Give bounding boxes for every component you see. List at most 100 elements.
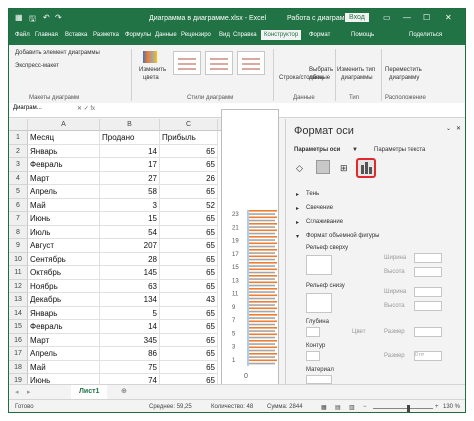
change-type-label-1[interactable]: Изменить тип bbox=[337, 67, 375, 73]
cell-profit[interactable]: 65 bbox=[160, 266, 218, 280]
row-header[interactable]: 10 bbox=[9, 252, 28, 266]
cell-profit[interactable]: 65 bbox=[160, 212, 218, 226]
cell-profit[interactable]: 65 bbox=[160, 158, 218, 172]
tab-formulas[interactable]: Формулы bbox=[125, 32, 151, 38]
chart-bar-grey[interactable] bbox=[249, 323, 275, 326]
cell-month[interactable]: Январь bbox=[28, 144, 100, 158]
chart-bar-grey[interactable] bbox=[249, 271, 275, 274]
chart-bar-grey[interactable] bbox=[249, 304, 275, 306]
row-header[interactable]: 5 bbox=[9, 185, 28, 199]
contour-color-picker[interactable] bbox=[306, 351, 320, 361]
cell-sold[interactable]: 345 bbox=[100, 333, 160, 347]
column-header-c[interactable]: C bbox=[160, 119, 218, 131]
view-page-break-icon[interactable]: ▥ bbox=[349, 404, 355, 411]
chart-bar-orange[interactable] bbox=[249, 236, 277, 238]
chart-bar-grey[interactable] bbox=[249, 252, 275, 254]
bevel-top-height-input[interactable] bbox=[414, 267, 442, 277]
row-header[interactable]: 14 bbox=[9, 306, 28, 320]
chart-bar-orange[interactable] bbox=[249, 281, 277, 284]
tab-help[interactable]: Справка bbox=[233, 32, 257, 38]
cell-profit[interactable]: 43 bbox=[160, 293, 218, 307]
chart-bar-grey[interactable] bbox=[249, 297, 275, 300]
material-picker[interactable] bbox=[306, 375, 332, 384]
cell-profit[interactable]: 26 bbox=[160, 171, 218, 185]
tab-file[interactable]: Файл bbox=[15, 32, 30, 38]
depth-size-input[interactable] bbox=[414, 327, 442, 337]
zoom-in-icon[interactable]: + bbox=[435, 404, 439, 410]
cell-sold[interactable]: 86 bbox=[100, 347, 160, 361]
pane-close-icon[interactable]: ✕ bbox=[456, 125, 461, 132]
chart-bar-orange[interactable] bbox=[249, 307, 277, 310]
maximize-icon[interactable]: ☐ bbox=[423, 13, 430, 22]
cell-month[interactable]: Октябрь bbox=[28, 266, 100, 280]
chart-bar-grey[interactable] bbox=[249, 362, 275, 365]
cell-profit[interactable]: 65 bbox=[160, 225, 218, 239]
chart-style-3[interactable] bbox=[237, 51, 265, 75]
cell-profit[interactable]: 65 bbox=[160, 306, 218, 320]
next-sheet-icon[interactable]: ▸ bbox=[27, 388, 31, 396]
tab-insert[interactable]: Вставка bbox=[65, 32, 87, 38]
minimize-icon[interactable]: — bbox=[403, 13, 411, 22]
section-shadow[interactable]: Тень bbox=[306, 191, 319, 197]
cell-sold[interactable]: 3 bbox=[100, 198, 160, 212]
change-type-label-2[interactable]: диаграммы bbox=[341, 75, 373, 81]
cell-profit[interactable]: 65 bbox=[160, 185, 218, 199]
column-header-a[interactable]: A bbox=[28, 119, 100, 131]
tab-share[interactable]: Поделиться bbox=[409, 32, 442, 38]
tab-view[interactable]: Вид bbox=[219, 32, 230, 38]
bevel-top-width-input[interactable] bbox=[414, 253, 442, 263]
fill-line-icon[interactable]: ◇ bbox=[296, 163, 303, 174]
chart-bar-grey[interactable] bbox=[249, 219, 275, 222]
select-data-label-2[interactable]: данные bbox=[309, 75, 330, 81]
embedded-chart[interactable]: 23 21 19 17 15 13 11 9 7 5 3 1 0 bbox=[221, 109, 279, 387]
chart-bar-orange[interactable] bbox=[249, 359, 277, 362]
chart-bar-orange[interactable] bbox=[249, 262, 277, 264]
undo-icon[interactable]: ↶ bbox=[43, 13, 50, 22]
chart-bar-orange[interactable] bbox=[249, 249, 277, 251]
bevel-top-picker[interactable] bbox=[306, 255, 332, 275]
column-header-b[interactable]: B bbox=[100, 119, 160, 131]
expand-glow-icon[interactable]: ▸ bbox=[296, 205, 299, 212]
zoom-slider[interactable] bbox=[373, 408, 433, 409]
size-properties-icon[interactable]: ⊞ bbox=[340, 163, 348, 174]
cell-sold[interactable]: 15 bbox=[100, 212, 160, 226]
tab-text-options[interactable]: Параметры текста bbox=[374, 147, 425, 153]
cell-month[interactable]: Июль bbox=[28, 225, 100, 239]
expand-shadow-icon[interactable]: ▸ bbox=[296, 191, 299, 198]
chart-bar-grey[interactable] bbox=[249, 336, 275, 339]
expand-smooth-icon[interactable]: ▸ bbox=[296, 219, 299, 226]
chart-bar-grey[interactable] bbox=[249, 330, 275, 332]
row-header[interactable]: 16 bbox=[9, 333, 28, 347]
cell-profit[interactable]: 52 bbox=[160, 198, 218, 212]
chart-bar-orange[interactable] bbox=[249, 223, 277, 225]
chart-bar-orange[interactable] bbox=[249, 216, 277, 219]
cell-profit[interactable]: 65 bbox=[160, 144, 218, 158]
chart-bar-grey[interactable] bbox=[249, 258, 275, 261]
cell-sold[interactable]: 27 bbox=[100, 171, 160, 185]
cell-sold[interactable]: 75 bbox=[100, 360, 160, 374]
chart-bar-orange[interactable] bbox=[249, 353, 277, 355]
add-sheet-icon[interactable]: ⊕ bbox=[121, 387, 127, 395]
pane-collapse-icon[interactable]: ⌄ bbox=[446, 125, 451, 132]
cell-month[interactable]: Март bbox=[28, 333, 100, 347]
cell-sold[interactable]: 145 bbox=[100, 266, 160, 280]
tab-format[interactable]: Формат bbox=[309, 32, 330, 38]
section-smooth[interactable]: Сглаживание bbox=[306, 219, 343, 225]
chart-bar-orange[interactable] bbox=[249, 294, 277, 297]
bevel-bottom-height-input[interactable] bbox=[414, 301, 442, 311]
cell-sold[interactable]: Продано bbox=[100, 131, 160, 145]
cell-profit[interactable]: 65 bbox=[160, 239, 218, 253]
cell-sold[interactable]: 14 bbox=[100, 144, 160, 158]
chart-bar-grey[interactable] bbox=[249, 278, 275, 280]
chart-plot[interactable]: 23 21 19 17 15 13 11 9 7 5 3 1 0 bbox=[222, 110, 278, 386]
row-header[interactable]: 7 bbox=[9, 212, 28, 226]
chart-style-2[interactable] bbox=[205, 51, 233, 75]
chart-bar-grey[interactable] bbox=[249, 343, 275, 345]
row-header[interactable]: 1 bbox=[9, 131, 28, 145]
tab-tell-me[interactable]: Помощь bbox=[351, 32, 374, 38]
redo-icon[interactable]: ↷ bbox=[55, 13, 62, 22]
prev-sheet-icon[interactable]: ◂ bbox=[15, 388, 19, 396]
chart-bar-orange[interactable] bbox=[249, 242, 277, 245]
bevel-bottom-width-input[interactable] bbox=[414, 287, 442, 297]
zoom-slider-thumb[interactable] bbox=[407, 405, 410, 412]
